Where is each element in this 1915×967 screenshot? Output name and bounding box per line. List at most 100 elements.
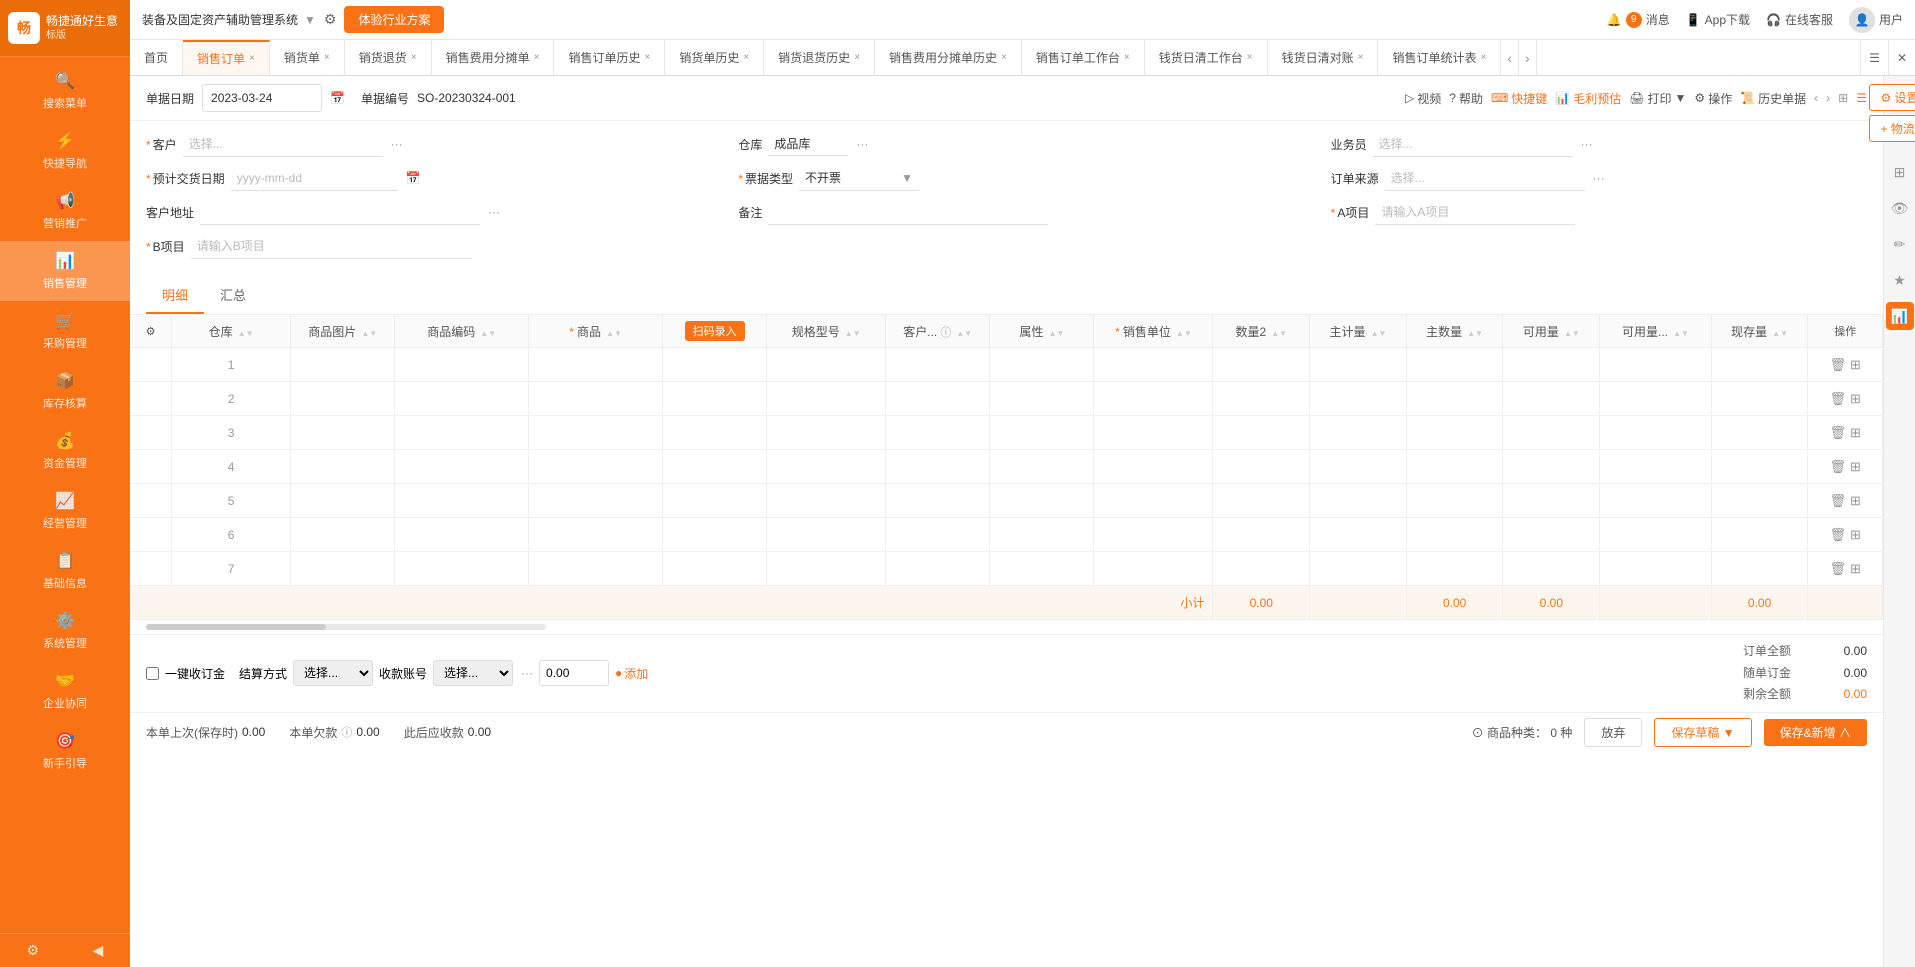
project-a-input[interactable] [1375,199,1575,225]
amount-input[interactable] [539,660,609,686]
app-download-item[interactable]: 📱 App下载 [1686,11,1750,28]
delete-row-btn[interactable]: 🗑 [1830,425,1847,441]
tab-expense-history[interactable]: 销售费用分摊单历史 × [875,40,1022,76]
sidebar-item-enterprise[interactable]: 🤝 企业协同 [0,661,130,721]
discard-btn[interactable]: 放弃 [1584,718,1642,747]
sort-icon[interactable]: ▲▼ [845,330,861,338]
sidebar-item-system[interactable]: ⚙️ 系统管理 [0,601,130,661]
sort-icon[interactable]: ▲▼ [1673,330,1689,338]
tab-stats[interactable]: 销售订单统计表 × [1378,40,1501,76]
sort-icon[interactable]: ▲▼ [361,330,377,338]
tab-close-icon[interactable]: × [1124,52,1130,63]
account-select[interactable]: 选择... [433,660,513,686]
sidebar-item-inventory[interactable]: 📦 库存核算 [0,361,130,421]
date-input[interactable] [202,84,322,112]
sort-icon[interactable]: ▲▼ [480,330,496,338]
delete-row-btn[interactable]: 🗑 [1830,561,1847,577]
sort-icon[interactable]: ▲▼ [1467,330,1483,338]
add-btn[interactable]: ● 添加 [615,665,648,682]
tab-close-icon[interactable]: × [249,53,255,64]
order-source-input[interactable] [1385,165,1585,191]
tab-reconcile[interactable]: 钱货日清对账 × [1268,40,1379,76]
nav-right-icon[interactable]: › [1826,91,1830,105]
operation-btn[interactable]: ⚙ 操作 [1694,90,1732,107]
tab-close-icon[interactable]: × [1001,52,1007,63]
notification-item[interactable]: 🔔 9 消息 [1607,11,1670,28]
tab-sales-expense[interactable]: 销售费用分摊单 × [432,40,555,76]
sort-icon[interactable]: ▲▼ [1564,330,1580,338]
sidebar-item-purchase[interactable]: 🛒 采购管理 [0,301,130,361]
scrollbar-track[interactable] [146,624,546,630]
sidebar-item-basic[interactable]: 📋 基础信息 [0,541,130,601]
sidebar-item-sales[interactable]: 📊 销售管理 [0,241,130,301]
preview-btn[interactable]: ▷ 视频 [1405,90,1441,107]
customer-address-dots-btn[interactable]: ··· [488,205,500,219]
sort-icon[interactable]: ▲▼ [1176,330,1192,338]
copy-row-btn[interactable]: ⊞ [1850,459,1861,475]
help-btn[interactable]: ? 帮助 [1449,90,1483,107]
customer-dots-btn[interactable]: ··· [391,137,403,151]
right-panel-icon-5[interactable]: 📊 [1886,302,1914,330]
sidebar-item-operation[interactable]: 📈 经营管理 [0,481,130,541]
delete-row-btn[interactable]: 🗑 [1830,357,1847,373]
tab-close-icon[interactable]: × [411,52,417,63]
tab-close-icon[interactable]: × [324,52,330,63]
tab-close-icon[interactable]: × [534,52,540,63]
delivery-date-input[interactable] [231,165,398,191]
shortcut-btn[interactable]: ⌨ 快捷键 [1491,90,1547,107]
delete-row-btn[interactable]: 🗑 [1830,493,1847,509]
industry-btn[interactable]: 体验行业方案 [344,6,444,33]
account-dots-btn[interactable]: ··· [521,666,533,680]
notes-input[interactable] [768,199,1048,225]
sort-icon[interactable]: ▲▼ [956,330,972,338]
settings-icon[interactable]: ⚙ [27,942,40,959]
tab-close-icon[interactable]: × [1358,52,1364,63]
staff-input[interactable] [1373,131,1573,157]
scan-btn[interactable]: 扫码录入 [685,321,745,341]
invoice-select[interactable]: 不开票 ▼ [799,165,919,191]
calendar-icon[interactable]: 📅 [330,91,345,105]
project-b-input[interactable] [191,233,471,259]
sort-icon[interactable]: ▲▼ [1772,330,1788,338]
save-draft-btn[interactable]: 保存草稿 ▼ [1654,718,1751,747]
right-panel-icon-2[interactable]: 👁 [1886,194,1914,222]
online-service-item[interactable]: 🎧 在线客服 [1766,11,1833,28]
logistics-float-btn[interactable]: + 物流 [1869,115,1915,142]
settings-float-btn[interactable]: ⚙ 设置 [1869,84,1915,111]
topbar-gear-icon[interactable]: ⚙ [324,11,337,28]
sidebar-item-marketing[interactable]: 📢 营销推广 [0,181,130,241]
sidebar-item-shortcut[interactable]: ⚡ 快捷导航 [0,121,130,181]
th-gear[interactable]: ⚙ [130,315,172,348]
nav-left-icon[interactable]: ‹ [1814,91,1818,105]
user-item[interactable]: 👤 用户 [1849,7,1903,33]
order-source-dots-btn[interactable]: ··· [1593,171,1605,185]
tab-close-icon[interactable]: × [1247,52,1253,63]
tab-close-icon[interactable]: × [854,52,860,63]
right-panel-icon-3[interactable]: ✏ [1886,230,1914,258]
tab-return-history[interactable]: 销货退货历史 × [764,40,875,76]
sidebar-item-search[interactable]: 🔍 搜索菜单 [0,61,130,121]
copy-row-btn[interactable]: ⊞ [1850,425,1861,441]
tab-sales-order[interactable]: 销售订单 × [183,40,270,76]
tab-close-all-btn[interactable]: ✕ [1888,40,1915,76]
tab-nav-prev[interactable]: ‹ [1501,40,1519,76]
delete-row-btn[interactable]: 🗑 [1830,527,1847,543]
sidebar-item-guide[interactable]: 🎯 新手引导 [0,721,130,781]
list-view-icon[interactable]: ☰ [1856,91,1867,105]
customer-input[interactable] [183,131,383,157]
tab-invoice-history[interactable]: 销货单历史 × [665,40,764,76]
warehouse-dots-btn[interactable]: ··· [856,137,868,151]
tab-close-icon[interactable]: × [1480,52,1486,63]
tab-sales-order-history[interactable]: 销售订单历史 × [554,40,665,76]
tab-nav-next[interactable]: › [1519,40,1537,76]
copy-row-btn[interactable]: ⊞ [1850,391,1861,407]
copy-row-btn[interactable]: ⊞ [1850,493,1861,509]
one-click-checkbox[interactable] [146,667,159,680]
copy-row-btn[interactable]: ⊞ [1850,357,1861,373]
tab-detail[interactable]: 明细 [146,277,204,314]
delete-row-btn[interactable]: 🗑 [1830,391,1847,407]
sort-icon[interactable]: ▲▼ [606,330,622,338]
sidebar-item-finance[interactable]: 💰 资金管理 [0,421,130,481]
sort-icon[interactable]: ▲▼ [1048,330,1064,338]
delivery-calendar-icon[interactable]: 📅 [406,171,421,185]
